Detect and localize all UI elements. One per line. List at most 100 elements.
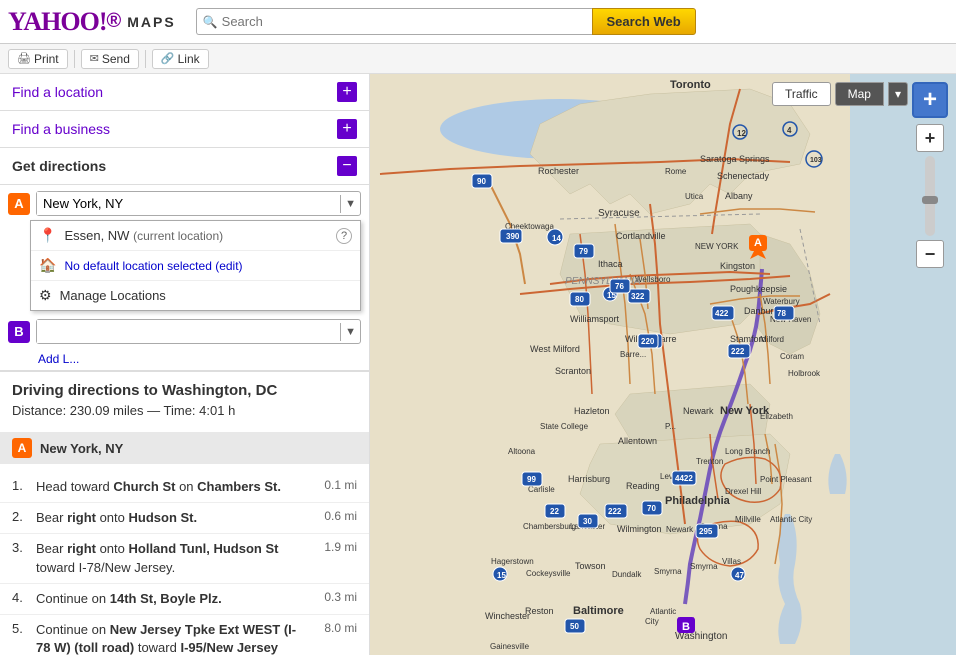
svg-text:Baltimore: Baltimore [573,605,624,617]
to-row: B ▼ [0,315,369,348]
find-business-toggle[interactable]: + [337,119,357,139]
svg-text:322: 322 [631,292,645,301]
to-input[interactable] [37,320,340,343]
svg-text:Rome: Rome [665,167,687,176]
svg-text:4422: 4422 [675,474,693,483]
step-dist: 8.0 mi [312,621,357,655]
svg-text:12: 12 [737,129,746,138]
directions-result: Driving directions to Washington, DC Dis… [0,371,369,428]
find-business-header[interactable]: Find a business + [0,111,369,147]
svg-text:Drexel Hill: Drexel Hill [725,487,762,496]
svg-text:West Milford: West Milford [530,344,580,354]
svg-text:City: City [645,617,659,626]
svg-text:Holbrook: Holbrook [788,369,821,378]
svg-text:Cockeysville: Cockeysville [526,569,571,578]
step-num: 1. [12,478,32,496]
directions-header: Get directions − [0,148,369,185]
svg-text:Atlantic City: Atlantic City [770,515,812,524]
svg-text:220: 220 [641,337,655,346]
svg-text:P...: P... [665,422,676,431]
step-dist: 0.3 mi [312,590,357,608]
svg-text:Newark: Newark [666,525,694,534]
search-input-wrapper: 🔍 [196,8,592,35]
from-dropdown-btn[interactable]: ▼ [340,195,360,213]
send-button[interactable]: ✉ Send [81,49,139,69]
zoom-slider-track[interactable] [925,156,935,236]
svg-text:Harrisburg: Harrisburg [568,474,610,484]
svg-text:Point Pleasant: Point Pleasant [760,475,812,484]
svg-text:Poughkeepsie: Poughkeepsie [730,284,787,294]
map-area[interactable]: Toronto Rochester Syracuse Cheektowaga R… [370,74,956,655]
map-button[interactable]: Map [835,82,884,106]
find-location-header[interactable]: Find a location + [0,74,369,110]
to-dropdown-btn[interactable]: ▼ [340,323,360,341]
print-icon: 🖨 [17,52,31,65]
link-icon: 🔗 [161,52,175,65]
svg-text:Smyrna: Smyrna [654,567,682,576]
step-num: 2. [12,509,32,527]
home-text: No default location selected (edit) [64,259,242,273]
step-item: 2. Bear right onto Hudson St. 0.6 mi [0,503,369,534]
svg-text:Saratoga Springs: Saratoga Springs [700,154,770,164]
svg-text:50: 50 [570,622,579,631]
search-input[interactable] [222,14,586,29]
location-icon: 📍 [39,227,56,244]
svg-text:76: 76 [615,282,624,291]
svg-text:Reston: Reston [525,606,554,616]
step-item: 1. Head toward Church St on Chambers St.… [0,472,369,503]
step-text: Bear right onto Holland Tunl, Hudson St … [36,540,308,576]
maps-logo-text: MAPS [127,14,175,30]
step-text: Head toward Church St on Chambers St. [36,478,308,496]
step-text: Continue on New Jersey Tpke Ext WEST (I-… [36,621,308,655]
svg-text:Long Branch: Long Branch [725,447,770,456]
print-button[interactable]: 🖨 Print [8,49,68,69]
step-dist: 1.9 mi [312,540,357,576]
find-location-toggle[interactable]: + [337,82,357,102]
svg-text:Towson: Towson [575,561,606,571]
svg-text:Atlantic: Atlantic [650,607,676,616]
directions-toggle[interactable]: − [337,156,357,176]
svg-text:Rochester: Rochester [538,166,579,176]
yahoo-exclaim: ® [107,10,122,33]
traffic-button[interactable]: Traffic [772,82,831,106]
svg-text:Elizabeth: Elizabeth [760,412,793,421]
svg-text:30: 30 [583,517,592,526]
svg-text:Hazleton: Hazleton [574,406,610,416]
svg-text:Schenectady: Schenectady [717,171,770,181]
dropdown-essen-item[interactable]: 📍 Essen, NW (current location) ? [31,221,360,251]
add-location-link[interactable]: Add L... [0,348,369,370]
svg-text:390: 390 [506,232,520,241]
to-input-wrapper: ▼ [36,319,361,344]
zoom-out-button[interactable]: − [916,240,944,268]
dropdown-manage-item[interactable]: ⚙ Manage Locations [31,281,360,310]
find-location-title: Find a location [12,84,103,100]
zoom-in-button[interactable]: + [916,124,944,152]
svg-text:22: 22 [550,507,559,516]
from-input[interactable] [37,192,340,215]
svg-text:Wilmington: Wilmington [617,524,662,534]
main-container: Find a location + Find a business + Get … [0,74,956,655]
route-start-text: New York, NY [40,441,123,456]
help-icon[interactable]: ? [336,228,352,244]
step-text: Bear right onto Hudson St. [36,509,308,527]
svg-text:Trenton: Trenton [696,457,723,466]
svg-text:Villas: Villas [722,557,741,566]
svg-text:Chambersburg: Chambersburg [523,522,576,531]
svg-text:Winchester: Winchester [485,611,530,621]
search-button[interactable]: Search Web [592,8,696,35]
toolbar-separator-2 [145,50,146,68]
dropdown-home-item[interactable]: 🏠 No default location selected (edit) [31,251,360,281]
map-dropdown-button[interactable]: ▾ [888,82,908,106]
link-button[interactable]: 🔗 Link [152,49,209,69]
find-location-section: Find a location + [0,74,369,111]
svg-text:Waterbury: Waterbury [763,297,800,306]
step-item: 5. Continue on New Jersey Tpke Ext WEST … [0,615,369,655]
directions-result-title: Driving directions to Washington, DC [12,382,357,399]
zoom-controls: + + − [912,82,948,268]
search-bar: 🔍 Search Web [196,8,696,35]
svg-text:Allentown: Allentown [618,436,657,446]
step-num: 4. [12,590,32,608]
zoom-in-big-button[interactable]: + [912,82,948,118]
svg-text:Gainesville: Gainesville [490,642,530,651]
find-business-title: Find a business [12,121,110,137]
